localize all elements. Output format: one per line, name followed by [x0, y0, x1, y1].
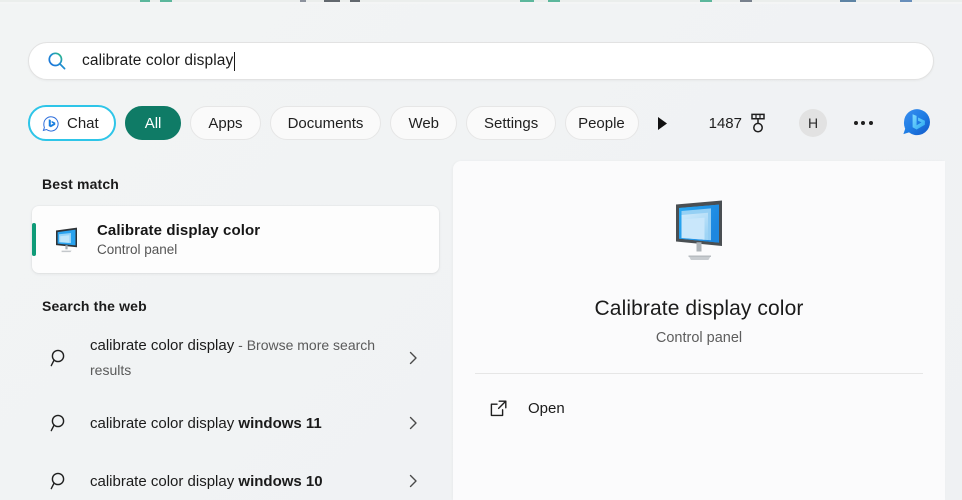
text-caret [234, 51, 236, 71]
tab-all-label: All [144, 114, 162, 132]
ellipsis-icon [853, 121, 858, 125]
tab-web[interactable]: Web [390, 106, 458, 140]
chevron-right-icon[interactable] [405, 350, 421, 366]
web-result-label: calibrate color display windows 11 [90, 411, 322, 436]
filter-tabs-row: Chat All Apps Documents Web Settings Peo… [28, 103, 934, 143]
tab-all[interactable]: All [124, 106, 182, 140]
windows-search-window: calibrate color display Chat All Apps Do… [0, 0, 962, 500]
open-external-icon [490, 400, 507, 416]
search-input-text[interactable]: calibrate color display [82, 51, 236, 71]
action-open-label: Open [528, 399, 565, 417]
results-pane: Best match Calibrate display color Contr… [0, 160, 452, 500]
search-the-web-header: Search the web [42, 298, 147, 314]
magnifier-icon [50, 414, 65, 432]
tab-web-label: Web [408, 114, 440, 132]
medal-icon [751, 113, 765, 133]
search-icon [48, 52, 66, 70]
search-input-value: calibrate color display [82, 52, 234, 69]
clipped-top-content-cap [0, 2, 962, 4]
tab-people-label: People [578, 114, 625, 132]
display-monitor-icon [676, 200, 722, 260]
preview-pane: Calibrate display color Control panel Op… [453, 161, 945, 500]
tab-settings[interactable]: Settings [466, 106, 557, 140]
web-result-row[interactable]: calibrate color display windows 11 [32, 398, 439, 448]
tab-chat[interactable]: Chat [28, 105, 116, 141]
rewards-count: 1487 [708, 114, 742, 132]
best-match-text: Calibrate display color Control panel [97, 222, 260, 257]
web-result-label: calibrate color display - Browse more se… [90, 333, 380, 383]
play-arrow-icon [658, 116, 668, 130]
chevron-right-icon[interactable] [405, 415, 421, 431]
tab-apps-label: Apps [208, 114, 243, 132]
user-avatar[interactable]: H [799, 109, 827, 137]
web-result-query: calibrate color display [90, 472, 239, 490]
magnifier-icon [50, 349, 65, 367]
tab-chat-label: Chat [67, 114, 99, 132]
preview-title: Calibrate display color [594, 297, 804, 320]
tab-apps[interactable]: Apps [190, 106, 261, 140]
web-result-row[interactable]: calibrate color display - Browse more se… [32, 326, 439, 390]
tabs-scroll-right-button[interactable] [650, 106, 676, 140]
web-result-query: calibrate color display [90, 414, 239, 432]
preview-divider [475, 373, 923, 374]
web-result-row[interactable]: calibrate color display windows 10 [32, 456, 439, 500]
web-result-suffix: windows 11 [238, 414, 322, 432]
selection-indicator [32, 223, 36, 256]
search-bar-row: calibrate color display [28, 42, 934, 80]
magnifier-icon [50, 472, 65, 490]
action-open[interactable]: Open [489, 392, 945, 424]
rewards-indicator[interactable]: 1487 [709, 112, 768, 134]
best-match-subtitle: Control panel [97, 242, 178, 257]
preview-subtitle: Control panel [655, 330, 743, 346]
web-result-query: calibrate color display [90, 337, 235, 354]
web-result-label: calibrate color display windows 10 [90, 469, 323, 494]
tab-people[interactable]: People [565, 106, 639, 140]
tab-documents-label: Documents [287, 114, 364, 132]
preview-icon-wrap [453, 199, 945, 267]
tab-settings-label: Settings [484, 114, 539, 132]
tab-documents[interactable]: Documents [269, 106, 382, 140]
best-match-title: Calibrate display color [97, 222, 261, 239]
bing-chat-icon [42, 115, 59, 132]
best-match-header: Best match [42, 176, 119, 192]
ellipsis-icon [861, 121, 865, 125]
search-box[interactable]: calibrate color display [28, 42, 934, 80]
web-result-suffix: windows 10 [238, 472, 323, 490]
ellipsis-icon [868, 121, 873, 125]
display-monitor-icon [56, 227, 77, 252]
avatar-initial: H [807, 115, 819, 131]
chevron-right-icon[interactable] [405, 473, 421, 489]
bing-logo-icon[interactable] [900, 106, 934, 140]
best-match-result[interactable]: Calibrate display color Control panel [32, 206, 439, 273]
more-options-button[interactable] [848, 108, 878, 138]
